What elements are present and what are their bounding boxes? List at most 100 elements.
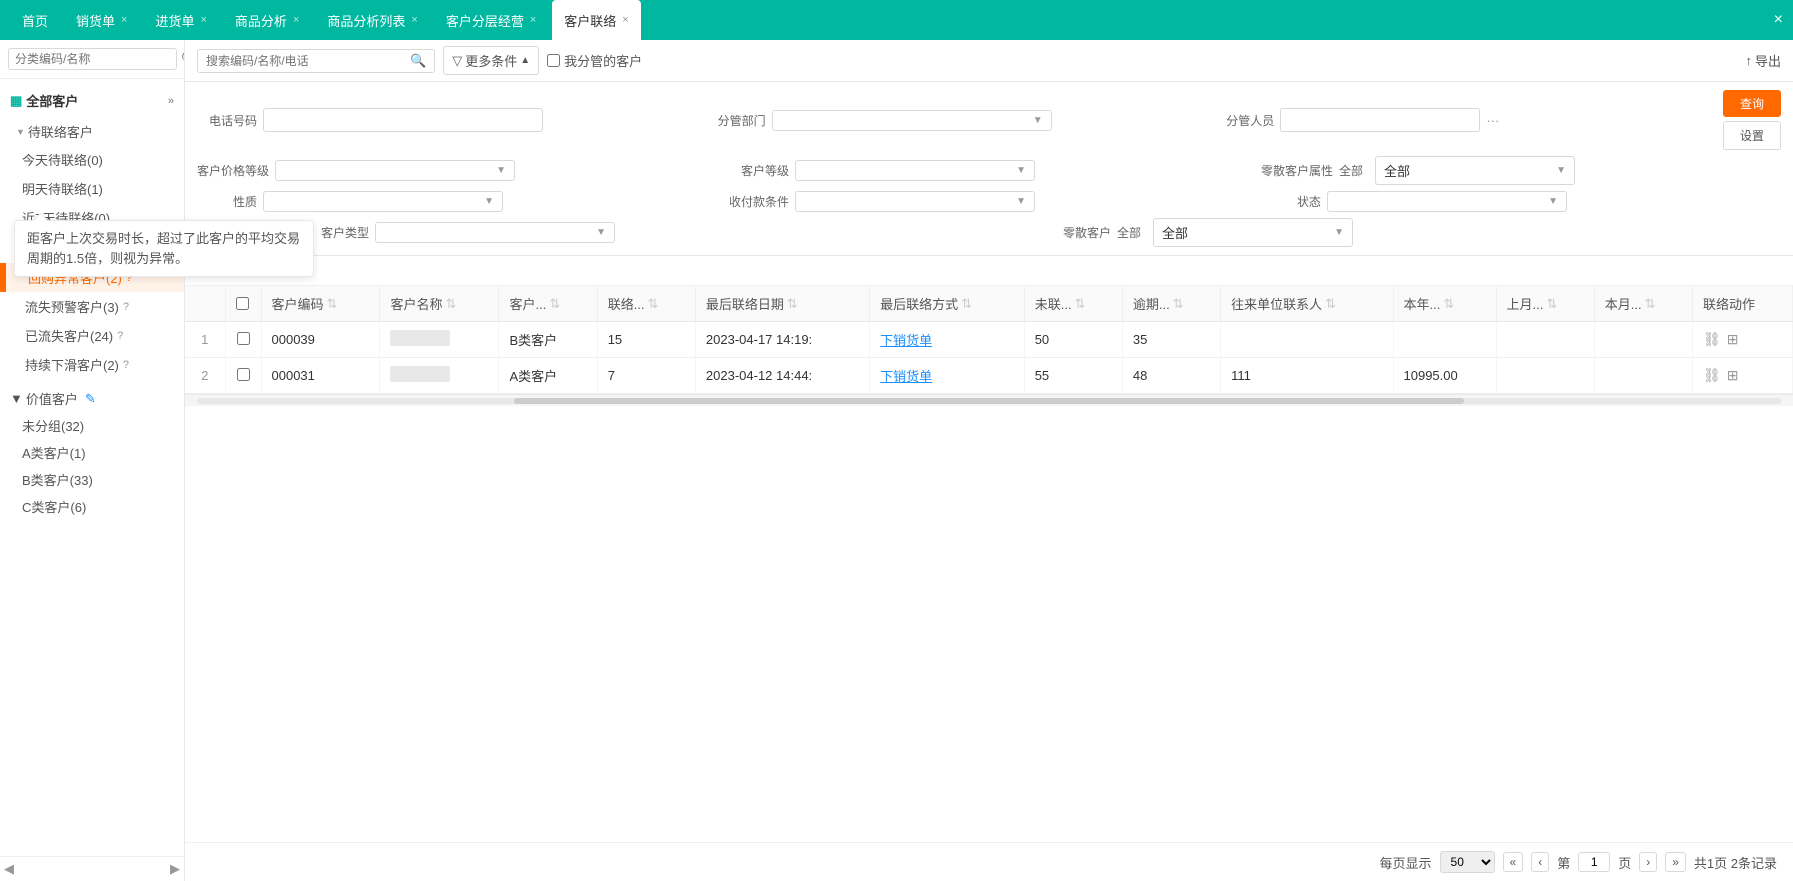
th-contact[interactable]: 联络...⇅ [597,286,695,322]
nav-close-purchase[interactable]: × [200,14,206,26]
total-pages-label: 页 [1618,853,1631,872]
value-b-class[interactable]: B类客户(33) [0,466,184,493]
export-btn[interactable]: ↑ 导出 [1745,51,1781,70]
value-c-class[interactable]: C类客户(6) [0,493,184,520]
price-grade-label: 客户价格等级 [197,162,269,179]
row-last-contact-date: 2023-04-17 14:19: [695,322,869,358]
lost-warning-info-icon[interactable]: ? [123,301,129,313]
manager-dots[interactable]: ··· [1486,113,1499,128]
row-customer-type: A类客户 [499,358,597,394]
grid-icon: ▦ [10,93,22,109]
nav-home[interactable]: 首页 [10,0,60,40]
action-link-icon[interactable]: ⛓ [1703,331,1721,348]
status-select[interactable]: ▼ [1327,191,1567,212]
row-checkbox[interactable] [237,332,250,345]
th-partner-contacts[interactable]: 往来单位联系人⇅ [1221,286,1393,322]
price-grade-select[interactable]: ▼ [275,160,515,181]
pending-tomorrow[interactable]: 明天待联络(1) [0,174,184,203]
nav-close-list[interactable]: × [411,14,417,26]
row-partner-contacts: 111 [1221,358,1393,394]
filter-retail-attr: 零散客户属性 全部 全部 ▼ [1261,156,1781,185]
th-this-year[interactable]: 本年...⇅ [1393,286,1496,322]
next-page-btn[interactable]: › [1639,852,1657,872]
nav-close-layer[interactable]: × [530,14,536,26]
th-customer-code[interactable]: 客户编码⇅ [261,286,380,322]
th-last-contact-method[interactable]: 最后联络方式⇅ [870,286,1025,322]
payment-label: 收付款条件 [729,193,789,210]
sidebar-collapse-icon[interactable]: » [168,95,174,107]
sidebar-search-input[interactable] [8,48,177,70]
row-overdue: 48 [1122,358,1220,394]
row-checkbox-cell [225,322,261,358]
my-customers-checkbox[interactable]: 我分管的客户 [547,51,642,70]
total-records-label: 共1页 2条记录 [1694,853,1777,872]
sort-icon10: ⇅ [1443,296,1454,312]
nav-close-contact[interactable]: × [622,14,628,26]
th-last-month[interactable]: 上月...⇅ [1496,286,1594,322]
th-this-month[interactable]: 本月...⇅ [1594,286,1692,322]
row-last-contact-method[interactable]: 下销货单 [870,322,1025,358]
nature-select[interactable]: ▼ [263,191,503,212]
action-grid-icon[interactable]: ⊞ [1727,367,1739,384]
sort-icon4: ⇅ [648,296,659,312]
customer-type-select[interactable]: ▼ [375,222,615,243]
already-lost[interactable]: 已流失客户(24) ? [0,321,184,350]
already-lost-info-icon[interactable]: ? [117,330,123,342]
nav-product-analysis[interactable]: 商品分析 × [223,0,311,40]
pending-today[interactable]: 今天待联络(0) [0,145,184,174]
search-icon[interactable]: 🔍 [410,53,426,69]
row-last-contact-method[interactable]: 下销货单 [870,358,1025,394]
prev-page-btn[interactable]: ‹ [1531,852,1549,872]
action-grid-icon[interactable]: ⊞ [1727,331,1739,348]
first-page-btn[interactable]: « [1503,852,1524,872]
nav-close-product[interactable]: × [293,14,299,26]
sidebar-scroll-left[interactable]: ◀ [4,861,14,877]
phone-input[interactable] [263,108,543,132]
nav-customer-contact[interactable]: 客户联络 × [552,0,640,40]
payment-select[interactable]: ▼ [795,191,1035,212]
all-customers-header[interactable]: ▦ 全部客户 » [0,85,184,116]
th-last-contact-date[interactable]: 最后联络日期⇅ [695,286,869,322]
th-unreached[interactable]: 未联...⇅ [1024,286,1122,322]
th-customer-name[interactable]: 客户名称⇅ [380,286,499,322]
nav-purchase-order[interactable]: 进货单 × [143,0,218,40]
action-link-icon[interactable]: ⛓ [1703,367,1721,384]
header-checkbox[interactable] [236,297,249,310]
page-size-select[interactable]: 50 100 [1440,851,1495,873]
decreasing-info-icon[interactable]: ? [123,359,129,371]
lost-warning[interactable]: 流失预警客户(3) ? [0,292,184,321]
last-page-btn[interactable]: » [1665,852,1686,872]
pending-group-header[interactable]: ▼ 待联络客户 [0,118,184,145]
row-checkbox[interactable] [237,368,250,381]
retail-customer-select[interactable]: 全部 ▼ [1153,218,1353,247]
filter-bar: 🔍 ▽ 更多条件 ▲ 我分管的客户 ↑ 导出 [185,40,1793,82]
row-this-month [1594,322,1692,358]
nav-sales-order[interactable]: 销货单 × [64,0,139,40]
window-close-icon[interactable]: × [1774,11,1783,29]
decreasing-customers[interactable]: 持续下滑客户(2) ? [0,350,184,379]
settings-btn[interactable]: 设置 [1723,121,1781,150]
scrollbar-thumb[interactable] [514,398,1464,404]
value-group-header[interactable]: ▼ 价值客户 ✎ [0,385,184,412]
th-customer-type[interactable]: 客户...⇅ [499,286,597,322]
value-ungrouped[interactable]: 未分组(32) [0,412,184,439]
my-customers-check[interactable] [547,54,560,67]
retail-attr-select[interactable]: 全部 ▼ [1375,156,1575,185]
nav-product-list[interactable]: 商品分析列表 × [315,0,429,40]
more-conditions-btn[interactable]: ▽ 更多条件 ▲ [443,46,539,75]
query-btn[interactable]: 查询 [1723,90,1781,117]
value-edit-icon[interactable]: ✎ [85,391,96,407]
customer-grade-select[interactable]: ▼ [795,160,1035,181]
dept-select[interactable]: ▼ [772,110,1052,131]
retail-customer-label: 零散客户 [1051,224,1111,241]
page-input[interactable] [1578,852,1610,872]
bottom-scrollbar[interactable] [185,394,1793,406]
main-search-input[interactable] [206,54,406,68]
nav-customer-layer[interactable]: 客户分层经营 × [434,0,548,40]
th-overdue[interactable]: 逾期...⇅ [1122,286,1220,322]
nav-close-sales[interactable]: × [121,14,127,26]
value-a-class[interactable]: A类客户(1) [0,439,184,466]
sidebar-scroll-right[interactable]: ▶ [170,861,180,877]
sidebar-search-icon[interactable]: 🔍 [181,51,185,67]
manager-input[interactable] [1280,108,1480,132]
